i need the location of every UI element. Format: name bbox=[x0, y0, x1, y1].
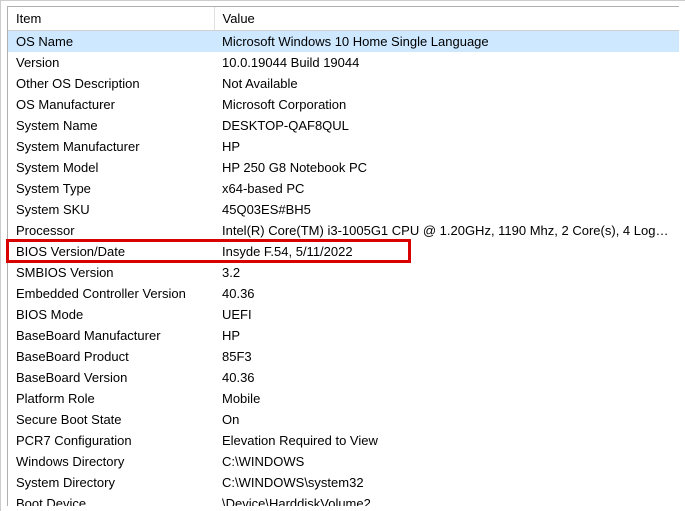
cell-value: C:\WINDOWS\system32 bbox=[214, 472, 679, 493]
table-row[interactable]: BIOS ModeUEFI bbox=[8, 304, 679, 325]
column-header-value[interactable]: Value bbox=[214, 7, 679, 31]
cell-value: DESKTOP-QAF8QUL bbox=[214, 115, 679, 136]
table-row[interactable]: Windows DirectoryC:\WINDOWS bbox=[8, 451, 679, 472]
table-row[interactable]: Embedded Controller Version40.36 bbox=[8, 283, 679, 304]
cell-value: C:\WINDOWS bbox=[214, 451, 679, 472]
table-row[interactable]: Secure Boot StateOn bbox=[8, 409, 679, 430]
cell-value: HP bbox=[214, 136, 679, 157]
table-row[interactable]: Other OS DescriptionNot Available bbox=[8, 73, 679, 94]
cell-value: Microsoft Windows 10 Home Single Languag… bbox=[214, 31, 679, 53]
cell-item: SMBIOS Version bbox=[8, 262, 214, 283]
table-row[interactable]: System DirectoryC:\WINDOWS\system32 bbox=[8, 472, 679, 493]
cell-item: System Manufacturer bbox=[8, 136, 214, 157]
cell-item: BIOS Version/Date bbox=[8, 241, 214, 262]
cell-item: BIOS Mode bbox=[8, 304, 214, 325]
cell-value: Not Available bbox=[214, 73, 679, 94]
cell-value: 40.36 bbox=[214, 367, 679, 388]
cell-value: Elevation Required to View bbox=[214, 430, 679, 451]
system-info-table: Item Value OS NameMicrosoft Windows 10 H… bbox=[8, 7, 679, 506]
cell-value: Intel(R) Core(TM) i3-1005G1 CPU @ 1.20GH… bbox=[214, 220, 679, 241]
cell-item: System SKU bbox=[8, 199, 214, 220]
table-row[interactable]: Boot Device\Device\HarddiskVolume2 bbox=[8, 493, 679, 506]
table-row[interactable]: PCR7 ConfigurationElevation Required to … bbox=[8, 430, 679, 451]
system-info-panel: Item Value OS NameMicrosoft Windows 10 H… bbox=[7, 6, 679, 506]
cell-item: Secure Boot State bbox=[8, 409, 214, 430]
cell-item: System Directory bbox=[8, 472, 214, 493]
cell-item: Boot Device bbox=[8, 493, 214, 506]
table-row[interactable]: BIOS Version/DateInsyde F.54, 5/11/2022 bbox=[8, 241, 679, 262]
cell-item: Other OS Description bbox=[8, 73, 214, 94]
cell-item: PCR7 Configuration bbox=[8, 430, 214, 451]
cell-item: System Model bbox=[8, 157, 214, 178]
table-row[interactable]: BaseBoard ManufacturerHP bbox=[8, 325, 679, 346]
table-row[interactable]: System ManufacturerHP bbox=[8, 136, 679, 157]
cell-item: Version bbox=[8, 52, 214, 73]
table-row[interactable]: OS ManufacturerMicrosoft Corporation bbox=[8, 94, 679, 115]
table-row[interactable]: Version10.0.19044 Build 19044 bbox=[8, 52, 679, 73]
cell-item: Platform Role bbox=[8, 388, 214, 409]
cell-value: 10.0.19044 Build 19044 bbox=[214, 52, 679, 73]
cell-value: 3.2 bbox=[214, 262, 679, 283]
cell-item: BaseBoard Version bbox=[8, 367, 214, 388]
cell-value: Mobile bbox=[214, 388, 679, 409]
cell-item: Windows Directory bbox=[8, 451, 214, 472]
cell-value: HP bbox=[214, 325, 679, 346]
table-row[interactable]: System NameDESKTOP-QAF8QUL bbox=[8, 115, 679, 136]
cell-value: 85F3 bbox=[214, 346, 679, 367]
cell-value: x64-based PC bbox=[214, 178, 679, 199]
cell-value: On bbox=[214, 409, 679, 430]
cell-value: Microsoft Corporation bbox=[214, 94, 679, 115]
cell-item: System Name bbox=[8, 115, 214, 136]
cell-value: HP 250 G8 Notebook PC bbox=[214, 157, 679, 178]
table-row[interactable]: System Typex64-based PC bbox=[8, 178, 679, 199]
table-row[interactable]: Platform RoleMobile bbox=[8, 388, 679, 409]
cell-value: Insyde F.54, 5/11/2022 bbox=[214, 241, 679, 262]
cell-value: 45Q03ES#BH5 bbox=[214, 199, 679, 220]
table-row[interactable]: BaseBoard Version40.36 bbox=[8, 367, 679, 388]
cell-item: BaseBoard Manufacturer bbox=[8, 325, 214, 346]
column-header-item[interactable]: Item bbox=[8, 7, 214, 31]
table-row[interactable]: ProcessorIntel(R) Core(TM) i3-1005G1 CPU… bbox=[8, 220, 679, 241]
cell-item: Embedded Controller Version bbox=[8, 283, 214, 304]
cell-item: BaseBoard Product bbox=[8, 346, 214, 367]
cell-value: UEFI bbox=[214, 304, 679, 325]
table-row[interactable]: OS NameMicrosoft Windows 10 Home Single … bbox=[8, 31, 679, 53]
cell-item: OS Manufacturer bbox=[8, 94, 214, 115]
cell-value: 40.36 bbox=[214, 283, 679, 304]
cell-item: OS Name bbox=[8, 31, 214, 53]
cell-item: Processor bbox=[8, 220, 214, 241]
table-row[interactable]: System ModelHP 250 G8 Notebook PC bbox=[8, 157, 679, 178]
cell-item: System Type bbox=[8, 178, 214, 199]
cell-value: \Device\HarddiskVolume2 bbox=[214, 493, 679, 506]
table-row[interactable]: BaseBoard Product85F3 bbox=[8, 346, 679, 367]
table-row[interactable]: System SKU45Q03ES#BH5 bbox=[8, 199, 679, 220]
table-row[interactable]: SMBIOS Version3.2 bbox=[8, 262, 679, 283]
